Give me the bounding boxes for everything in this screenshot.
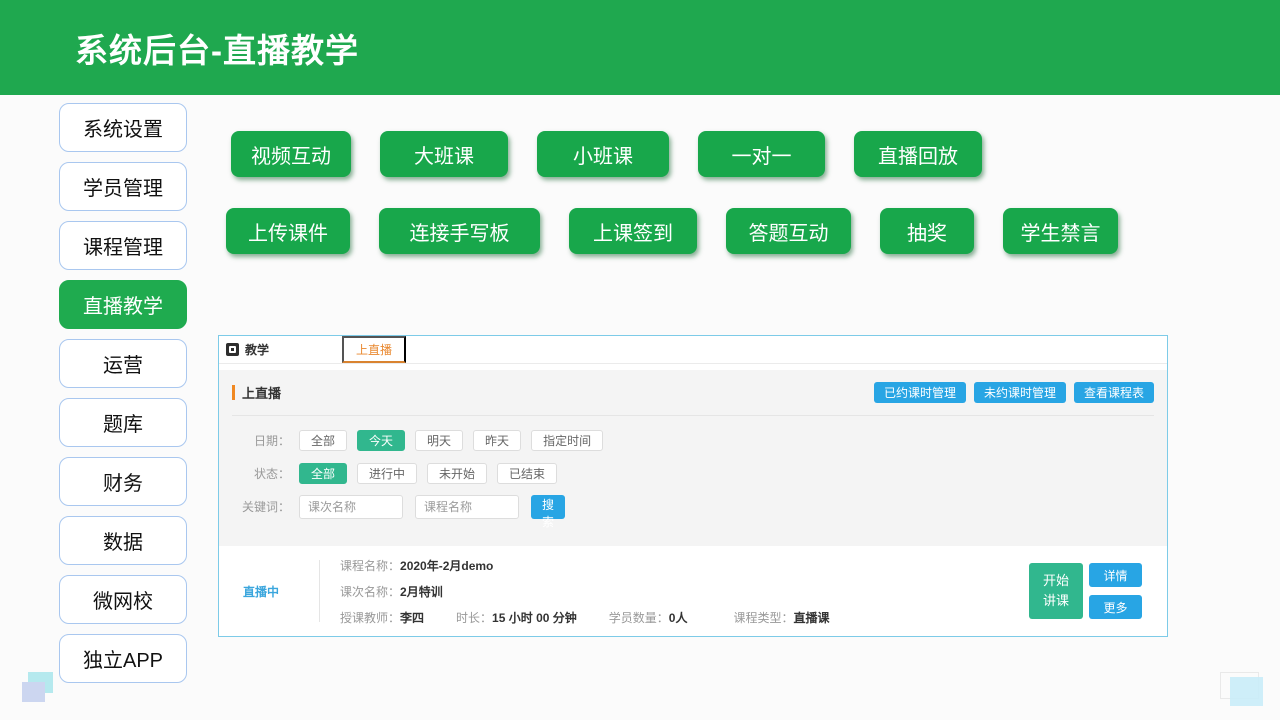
status-chip-finished[interactable]: 已结束 (497, 463, 557, 484)
teacher-value: 李四 (400, 609, 424, 626)
status-chip-in-progress[interactable]: 进行中 (357, 463, 417, 484)
feature-class-signin-button[interactable]: 上课签到 (569, 208, 697, 254)
feature-quiz-interaction-button[interactable]: 答题互动 (726, 208, 851, 254)
duration-label: 时长： (456, 609, 492, 626)
lesson-name-input[interactable] (299, 495, 403, 519)
course-table-row: 直播中 课程名称： 2020年-2月demo 课次名称： 2月特训 授课教师： … (219, 546, 1167, 636)
section-title-wrap: 上直播 (232, 383, 281, 402)
orange-marker-bar (232, 385, 235, 400)
page-header: 系统后台-直播教学 (0, 0, 1280, 95)
feature-lottery-button[interactable]: 抽奖 (880, 208, 974, 254)
sidebar-item-micro-school[interactable]: 微网校 (59, 575, 187, 624)
search-button[interactable]: 搜索 (531, 495, 565, 519)
lesson-name-label: 课次名称： (340, 583, 400, 600)
course-row-actions: 开始讲课 详情 更多 (1029, 563, 1142, 619)
date-filter-label: 日期： (232, 432, 290, 449)
status-filter-row: 状态： 全部 进行中 未开始 已结束 (232, 457, 1154, 490)
sidebar-item-data[interactable]: 数据 (59, 516, 187, 565)
panel-app-name: 教学 (245, 341, 269, 358)
feature-buttons-row-1: 视频互动 大班课 小班课 一对一 直播回放 (231, 131, 982, 177)
feature-video-interaction-button[interactable]: 视频互动 (231, 131, 351, 177)
decor-square-bottom-left-lavender (22, 682, 45, 702)
feature-one-on-one-button[interactable]: 一对一 (698, 131, 825, 177)
date-chip-custom-time[interactable]: 指定时间 (531, 430, 603, 451)
sidebar-item-operations[interactable]: 运营 (59, 339, 187, 388)
sidebar: 系统设置 学员管理 课程管理 直播教学 运营 题库 财务 数据 微网校 独立AP… (59, 103, 187, 683)
status-filter-label: 状态： (232, 465, 290, 482)
page-title: 系统后台-直播教学 (75, 24, 359, 72)
feature-buttons-row-2: 上传课件 连接手写板 上课签到 答题互动 抽奖 学生禁言 (226, 208, 1118, 254)
students-label: 学员数量： (609, 609, 669, 626)
sidebar-item-question-bank[interactable]: 题库 (59, 398, 187, 447)
date-chip-tomorrow[interactable]: 明天 (415, 430, 463, 451)
start-teaching-button[interactable]: 开始讲课 (1029, 563, 1083, 619)
panel-tab-bar: 教学 上直播 (219, 336, 1167, 364)
sidebar-item-student-management[interactable]: 学员管理 (59, 162, 187, 211)
date-chip-today[interactable]: 今天 (357, 430, 405, 451)
feature-connect-tablet-button[interactable]: 连接手写板 (379, 208, 540, 254)
feature-upload-courseware-button[interactable]: 上传课件 (226, 208, 350, 254)
date-filter-row: 日期： 全部 今天 明天 昨天 指定时间 (232, 424, 1154, 457)
students-pair: 学员数量： 0人 (609, 609, 688, 626)
duration-value: 15 小时 00 分钟 (492, 609, 577, 626)
more-button[interactable]: 更多 (1089, 595, 1142, 619)
feature-mute-students-button[interactable]: 学生禁言 (1003, 208, 1118, 254)
date-filter-chips: 全部 今天 明天 昨天 指定时间 (299, 430, 603, 451)
filters: 日期： 全部 今天 明天 昨天 指定时间 状态： 全部 进行中 未开始 已结束 (232, 416, 1154, 523)
unbooked-hours-management-button[interactable]: 未约课时管理 (974, 382, 1066, 403)
sidebar-item-system-settings[interactable]: 系统设置 (59, 103, 187, 152)
view-schedule-button[interactable]: 查看课程表 (1074, 382, 1154, 403)
feature-large-class-button[interactable]: 大班课 (380, 131, 508, 177)
sidebar-item-standalone-app[interactable]: 独立APP (59, 634, 187, 683)
booked-hours-management-button[interactable]: 已约课时管理 (874, 382, 966, 403)
course-name-value: 2020年-2月demo (400, 557, 493, 574)
teacher-label: 授课教师： (340, 609, 400, 626)
clipboard-teaching-icon (226, 343, 239, 356)
panel-header-buttons: 已约课时管理 未约课时管理 查看课程表 (874, 382, 1154, 403)
sidebar-item-finance[interactable]: 财务 (59, 457, 187, 506)
status-chip-all[interactable]: 全部 (299, 463, 347, 484)
feature-small-class-button[interactable]: 小班课 (537, 131, 669, 177)
sidebar-item-live-teaching[interactable]: 直播教学 (59, 280, 187, 329)
course-details: 课程名称： 2020年-2月demo 课次名称： 2月特训 授课教师： 李四 时… (340, 557, 829, 626)
course-type-value: 直播课 (793, 609, 829, 626)
students-value: 0人 (669, 609, 688, 626)
teacher-pair: 授课教师： 李四 (340, 609, 424, 626)
tab-go-live[interactable]: 上直播 (342, 336, 406, 363)
status-chip-not-started[interactable]: 未开始 (427, 463, 487, 484)
panel-filter-area: 上直播 已约课时管理 未约课时管理 查看课程表 日期： 全部 今天 明天 昨天 … (219, 370, 1167, 546)
keyword-filter-row: 关键词： 搜索 (232, 490, 1154, 523)
date-chip-all[interactable]: 全部 (299, 430, 347, 451)
duration-pair: 时长： 15 小时 00 分钟 (456, 609, 577, 626)
live-status-badge: 直播中 (243, 583, 297, 600)
admin-panel: 教学 上直播 上直播 已约课时管理 未约课时管理 查看课程表 日期： 全部 今天… (218, 335, 1168, 637)
keyword-filter-label: 关键词： (232, 498, 290, 515)
course-name-label: 课程名称： (340, 557, 400, 574)
course-name-input[interactable] (415, 495, 519, 519)
status-filter-chips: 全部 进行中 未开始 已结束 (299, 463, 557, 484)
lesson-name-line: 课次名称： 2月特训 (340, 583, 829, 600)
course-name-line: 课程名称： 2020年-2月demo (340, 557, 829, 574)
sidebar-item-course-management[interactable]: 课程管理 (59, 221, 187, 270)
feature-live-replay-button[interactable]: 直播回放 (854, 131, 982, 177)
date-chip-yesterday[interactable]: 昨天 (473, 430, 521, 451)
secondary-actions: 详情 更多 (1089, 563, 1142, 619)
lesson-name-value: 2月特训 (400, 583, 443, 600)
detail-button[interactable]: 详情 (1089, 563, 1142, 587)
vertical-divider (319, 560, 320, 622)
decor-square-bottom-right-cyan (1230, 677, 1263, 706)
panel-section-header: 上直播 已约课时管理 未约课时管理 查看课程表 (232, 370, 1154, 416)
course-type-label: 课程类型： (733, 609, 793, 626)
section-title: 上直播 (242, 383, 281, 402)
course-type-pair: 课程类型： 直播课 (733, 609, 829, 626)
course-meta-line: 授课教师： 李四 时长： 15 小时 00 分钟 学员数量： 0人 课程类型： … (340, 609, 829, 626)
